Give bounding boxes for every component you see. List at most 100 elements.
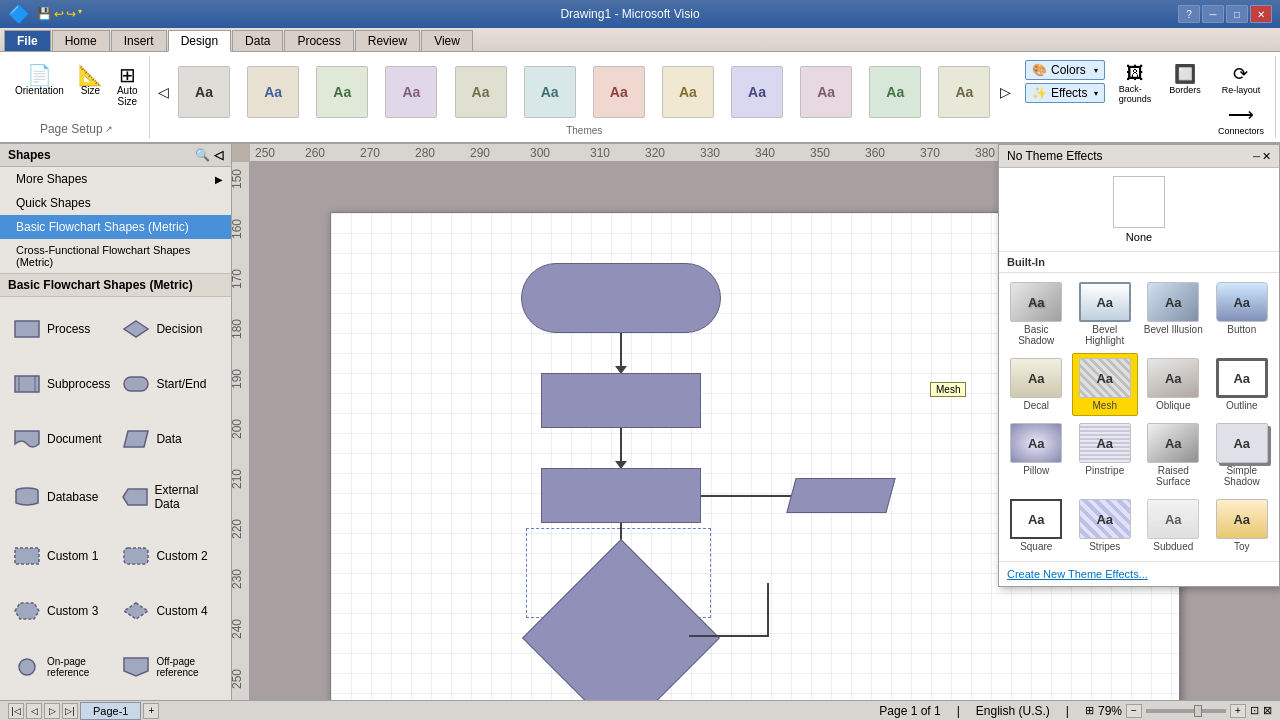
effect-item-pillow[interactable]: Aa Pillow	[1003, 418, 1070, 492]
effect-item-mesh[interactable]: Aa Mesh	[1072, 353, 1139, 416]
colors-button[interactable]: 🎨 Colors ▾	[1025, 60, 1105, 80]
effect-item-button[interactable]: Aa Button	[1209, 277, 1276, 351]
zoom-thumb[interactable]	[1194, 705, 1202, 717]
shape-process-2[interactable]	[541, 468, 701, 523]
theme-item-3[interactable]: Aa	[378, 63, 445, 121]
help-button[interactable]: ?	[1178, 5, 1200, 23]
theme-item-0[interactable]: Aa	[171, 63, 238, 121]
tab-process[interactable]: Process	[284, 30, 353, 51]
shape-custom4[interactable]: Custom 4	[117, 585, 223, 638]
shape-database[interactable]: Database	[8, 467, 115, 528]
sidebar-item-quick-shapes[interactable]: Quick Shapes	[0, 191, 231, 215]
shape-start-end[interactable]: Start/End	[117, 358, 223, 411]
decision-icon	[122, 319, 150, 339]
sidebar-item-more-shapes[interactable]: More Shapes ▶	[0, 167, 231, 191]
shape-custom2[interactable]: Custom 2	[117, 530, 223, 583]
restore-button[interactable]: □	[1226, 5, 1248, 23]
shape-data[interactable]: Data	[117, 412, 223, 465]
page-prev-btn[interactable]: ◁	[26, 703, 42, 719]
shape-decision[interactable]: Decision	[117, 303, 223, 356]
effect-item-outline[interactable]: Aa Outline	[1209, 353, 1276, 416]
add-page-btn[interactable]: +	[143, 703, 159, 719]
theme-item-9[interactable]: Aa	[793, 63, 860, 121]
theme-item-8[interactable]: Aa	[724, 63, 791, 121]
effects-button[interactable]: ✨ Effects ▾	[1025, 83, 1105, 103]
auto-size-button[interactable]: ⊞ AutoSize	[112, 62, 143, 110]
effects-panel-close[interactable]: ✕	[1262, 150, 1271, 163]
zoom-in-btn[interactable]: +	[1230, 704, 1246, 718]
effect-item-stripes[interactable]: Aa Stripes	[1072, 494, 1139, 557]
theme-item-6[interactable]: Aa	[585, 63, 652, 121]
sidebar-search-icon[interactable]: 🔍	[195, 148, 210, 162]
effect-item-bevel-highlight[interactable]: Aa Bevel Highlight	[1072, 277, 1139, 351]
shape-side[interactable]	[786, 478, 895, 513]
theme-item-4[interactable]: Aa	[447, 63, 514, 121]
effect-item-toy[interactable]: Aa Toy	[1209, 494, 1276, 557]
tab-file[interactable]: File	[4, 30, 51, 51]
shape-on-page-ref[interactable]: On-pagereference	[8, 639, 115, 694]
shape-process-1[interactable]	[541, 373, 701, 428]
sidebar-collapse-icon[interactable]: ◁	[214, 148, 223, 162]
fit-page-icon[interactable]: ⊞	[1085, 704, 1094, 717]
theme-preview-2: Aa	[316, 66, 368, 118]
effect-item-simple-shadow[interactable]: Aa Simple Shadow	[1209, 418, 1276, 492]
shape-process[interactable]: Process	[8, 303, 115, 356]
page-tab[interactable]: Page-1	[80, 702, 141, 720]
sidebar-item-basic-flowchart[interactable]: Basic Flowchart Shapes (Metric)	[0, 215, 231, 239]
theme-item-10[interactable]: Aa	[862, 63, 929, 121]
minimize-button[interactable]: ─	[1202, 5, 1224, 23]
none-item[interactable]: None	[999, 168, 1279, 252]
effect-item-bevel-illusion[interactable]: Aa Bevel Illusion	[1140, 277, 1207, 351]
sidebar-item-cross-functional[interactable]: Cross-Functional Flowchart Shapes (Metri…	[0, 239, 231, 273]
theme-item-7[interactable]: Aa	[654, 63, 721, 121]
shape-terminal-top[interactable]	[521, 263, 721, 333]
theme-item-5[interactable]: Aa	[516, 63, 583, 121]
effects-panel-shrink[interactable]: ─	[1253, 151, 1260, 162]
effect-item-oblique[interactable]: Aa Oblique	[1140, 353, 1207, 416]
effect-item-raised-surface[interactable]: Aa Raised Surface	[1140, 418, 1207, 492]
shape-external-data[interactable]: External Data	[117, 467, 223, 528]
tab-home[interactable]: Home	[52, 30, 110, 51]
themes-scroll-right[interactable]: ▷	[998, 82, 1013, 102]
create-new-theme-link[interactable]: Create New Theme Effects...	[999, 561, 1279, 586]
zoom-slider[interactable]	[1146, 709, 1226, 713]
zoom-out-btn[interactable]: −	[1126, 704, 1142, 718]
theme-item-11[interactable]: Aa	[931, 63, 998, 121]
tab-review[interactable]: Review	[355, 30, 420, 51]
theme-item-1[interactable]: Aa	[240, 63, 307, 121]
re-layout-button[interactable]: ⟳ Re-layout	[1213, 60, 1269, 98]
effect-item-basic-shadow[interactable]: Aa Basic Shadow	[1003, 277, 1070, 351]
page-next-btn[interactable]: ▷	[44, 703, 60, 719]
effects-icon: ✨	[1032, 86, 1047, 100]
effect-item-pinstripe[interactable]: Aa Pinstripe	[1072, 418, 1139, 492]
zoom-full-icon[interactable]: ⊠	[1263, 704, 1272, 717]
svg-marker-15	[124, 658, 148, 676]
close-button[interactable]: ✕	[1250, 5, 1272, 23]
borders-button[interactable]: 🔲 Borders	[1163, 60, 1207, 98]
expand-icon[interactable]: ↗	[105, 124, 113, 134]
orientation-button[interactable]: 📄 Orientation	[10, 62, 69, 99]
size-button[interactable]: 📐 Size	[73, 62, 108, 99]
page-first-btn[interactable]: |◁	[8, 703, 24, 719]
shape-custom3[interactable]: Custom 3	[8, 585, 115, 638]
connectors-button[interactable]: ⟶ Connectors	[1213, 101, 1269, 139]
theme-item-2[interactable]: Aa	[309, 63, 376, 121]
tab-view[interactable]: View	[421, 30, 473, 51]
shape-document[interactable]: Document	[8, 412, 115, 465]
shape-subprocess[interactable]: Subprocess	[8, 358, 115, 411]
fit-width-icon[interactable]: ⊡	[1250, 704, 1259, 717]
themes-scroll-left[interactable]: ◁	[156, 82, 171, 102]
redo-icon[interactable]: ↪	[66, 7, 76, 21]
shape-custom1[interactable]: Custom 1	[8, 530, 115, 583]
undo-icon[interactable]: ↩	[54, 7, 64, 21]
page-last-btn[interactable]: ▷|	[62, 703, 78, 719]
tab-insert[interactable]: Insert	[111, 30, 167, 51]
save-icon[interactable]: 💾	[37, 7, 52, 21]
effect-item-decal[interactable]: Aa Decal	[1003, 353, 1070, 416]
effect-item-square[interactable]: Aa Square	[1003, 494, 1070, 557]
tab-design[interactable]: Design	[168, 30, 231, 52]
shape-off-page-ref[interactable]: Off-pagereference	[117, 639, 223, 694]
effect-item-subdued[interactable]: Aa Subdued	[1140, 494, 1207, 557]
backgrounds-button[interactable]: 🖼 Back-grounds	[1113, 60, 1157, 107]
tab-data[interactable]: Data	[232, 30, 283, 51]
